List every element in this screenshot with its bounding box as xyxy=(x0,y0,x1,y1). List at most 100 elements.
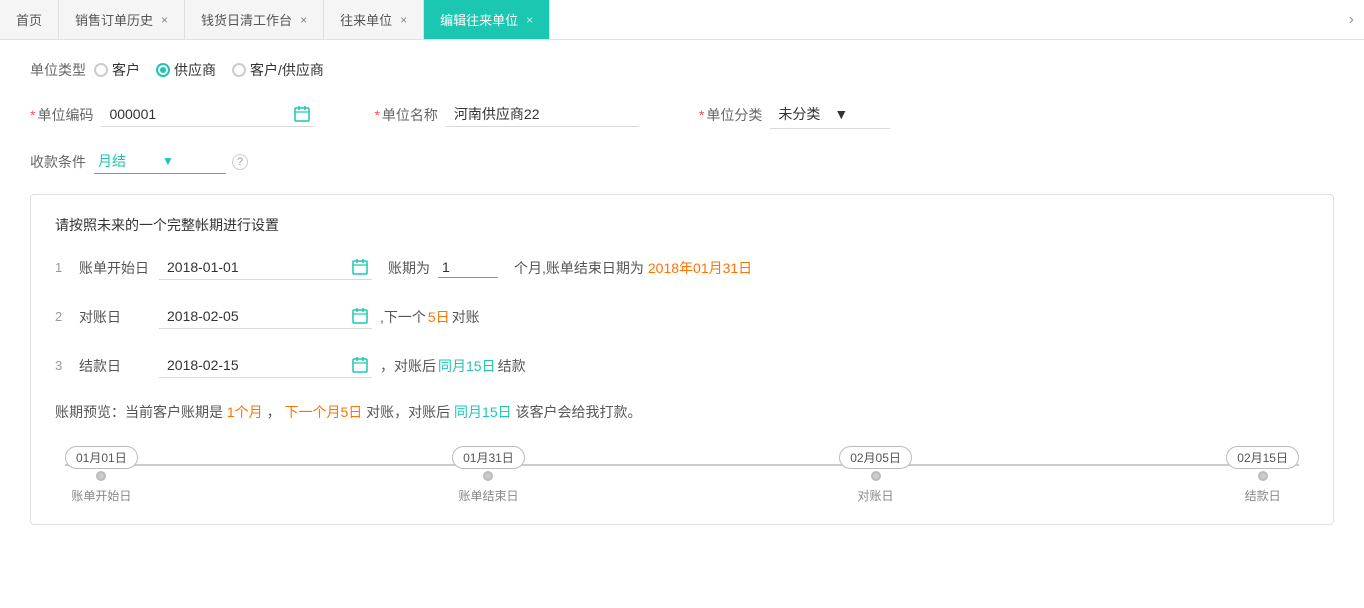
unit-category-arrow: ▼ xyxy=(834,106,886,122)
row3-highlight: 同月15日 xyxy=(438,356,496,376)
preview-sep2: 对账，对账后 xyxy=(366,404,450,420)
timeline-dot-1 xyxy=(96,471,106,481)
tab-cash-work-close[interactable]: × xyxy=(300,13,307,27)
unit-code-icon[interactable] xyxy=(294,106,310,122)
timeline-dot-4 xyxy=(1258,471,1268,481)
content-area: 单位类型 客户 供应商 客户/供应商 * 单位编码 xyxy=(0,40,1364,608)
bill-start-row: 1 账单开始日 账期为 个月,账单结束日期为 2018年01月31日 xyxy=(55,255,1309,280)
reconcile-row: 2 对账日 ,下一个 5日 对账 xyxy=(55,304,1309,329)
row3-label: 结款日 xyxy=(79,356,159,376)
collect-condition-field: 收款条件 月结 ▼ ? xyxy=(30,149,248,174)
row1-num: 1 xyxy=(55,260,79,275)
payment-row: 3 结款日 ，对账后 同月15日 结款 xyxy=(55,353,1309,378)
tabs-expand-button[interactable]: › xyxy=(1339,0,1364,39)
tab-edit-partner-close[interactable]: × xyxy=(526,13,533,27)
timeline-point-4: 02月15日 结款日 xyxy=(1226,446,1299,504)
timeline-label-1: 账单开始日 xyxy=(71,487,131,504)
tab-sales-history-label: 销售订单历史 xyxy=(75,10,153,29)
preview-sep1: ， xyxy=(267,404,281,420)
radio-supplier[interactable]: 供应商 xyxy=(156,60,216,80)
unit-category-required: * xyxy=(699,107,704,123)
tab-sales-history[interactable]: 销售订单历史 × xyxy=(59,0,185,39)
row2-cal-icon[interactable] xyxy=(352,308,368,324)
collect-condition-dropdown[interactable]: 月结 ▼ xyxy=(94,149,226,174)
tabs-bar: 首页 销售订单历史 × 钱货日清工作台 × 往来单位 × 编辑往来单位 × › xyxy=(0,0,1364,40)
timeline-bubble-4: 02月15日 xyxy=(1226,446,1299,469)
unit-type-field: 单位类型 客户 供应商 客户/供应商 xyxy=(30,60,324,80)
unit-name-label: 单位名称 xyxy=(382,105,438,125)
radio-both[interactable]: 客户/供应商 xyxy=(232,60,324,80)
preview-suffix: 该客户会给我打款。 xyxy=(516,404,642,420)
tab-sales-history-close[interactable]: × xyxy=(161,13,168,27)
section-title: 请按照未来的一个完整帐期进行设置 xyxy=(55,215,1309,235)
unit-type-label: 单位类型 xyxy=(30,60,86,80)
tab-partner[interactable]: 往来单位 × xyxy=(324,0,424,39)
preview-text: 账期预览：当前客户账期是 1个月 ， 下一个月5日 对账，对账后 同月15日 该… xyxy=(55,402,1309,422)
row2-desc-prefix: ,下一个 xyxy=(380,307,426,327)
timeline-wrapper: 01月01日 账单开始日 01月31日 账单结束日 02月05日 对账日 xyxy=(55,446,1309,504)
collect-condition-value: 月结 xyxy=(98,151,158,171)
row3-cal-icon[interactable] xyxy=(352,357,368,373)
tab-home[interactable]: 首页 xyxy=(0,0,59,39)
row2-date-wrapper xyxy=(159,304,372,329)
unit-name-field: * 单位名称 xyxy=(374,102,638,127)
row3-desc-suffix: 结款 xyxy=(498,356,526,376)
radio-both-circle xyxy=(232,63,246,77)
unit-type-row: 单位类型 客户 供应商 客户/供应商 xyxy=(30,60,1334,80)
unit-type-radio-group: 客户 供应商 客户/供应商 xyxy=(94,60,324,80)
unit-code-required: * xyxy=(30,107,35,123)
tab-cash-work-label: 钱货日清工作台 xyxy=(201,10,292,29)
unit-name-input-wrapper xyxy=(446,102,639,127)
collect-condition-row: 收款条件 月结 ▼ ? xyxy=(30,149,1334,174)
radio-both-label: 客户/供应商 xyxy=(250,60,324,80)
tab-cash-work[interactable]: 钱货日清工作台 × xyxy=(185,0,324,39)
row2-desc-suffix: 对账 xyxy=(452,307,480,327)
timeline-label-2: 账单结束日 xyxy=(458,487,518,504)
radio-supplier-label: 供应商 xyxy=(174,60,216,80)
unit-name-input[interactable] xyxy=(454,106,635,122)
collect-condition-label: 收款条件 xyxy=(30,152,86,172)
preview-part1: 1个月 xyxy=(227,404,263,420)
row1-highlight: 2018年01月31日 xyxy=(648,258,752,278)
tab-partner-label: 往来单位 xyxy=(340,10,392,29)
preview-part2: 下一个月5日 xyxy=(284,404,362,420)
row3-num: 3 xyxy=(55,358,79,373)
timeline: 01月01日 账单开始日 01月31日 账单结束日 02月05日 对账日 xyxy=(65,446,1299,504)
collect-condition-help[interactable]: ? xyxy=(232,154,248,170)
row1-period-input[interactable] xyxy=(438,257,498,277)
tab-partner-close[interactable]: × xyxy=(400,13,407,27)
unit-code-label: 单位编码 xyxy=(37,105,93,125)
unit-name-required: * xyxy=(374,107,379,123)
row1-label: 账单开始日 xyxy=(79,258,159,278)
preview-part3: 同月15日 xyxy=(454,404,512,420)
tab-edit-partner-label: 编辑往来单位 xyxy=(440,10,518,29)
timeline-bubble-3: 02月05日 xyxy=(839,446,912,469)
timeline-dot-3 xyxy=(871,471,881,481)
settings-section: 请按照未来的一个完整帐期进行设置 1 账单开始日 账期为 个月,账单结束日期为 … xyxy=(30,194,1334,525)
row1-desc-suffix: 个月,账单结束日期为 xyxy=(514,258,644,278)
timeline-point-3: 02月05日 对账日 xyxy=(839,446,912,504)
row1-date-input[interactable] xyxy=(167,259,348,275)
timeline-dot-2 xyxy=(483,471,493,481)
timeline-point-1: 01月01日 账单开始日 xyxy=(65,446,138,504)
timeline-label-3: 对账日 xyxy=(858,487,894,504)
row3-date-input[interactable] xyxy=(167,357,348,373)
unit-category-dropdown[interactable]: 未分类 ▼ xyxy=(770,100,890,129)
row2-date-input[interactable] xyxy=(167,308,348,324)
tab-home-label: 首页 xyxy=(16,10,42,29)
radio-customer[interactable]: 客户 xyxy=(94,60,140,80)
unit-category-value: 未分类 xyxy=(778,104,830,124)
row2-highlight: 5日 xyxy=(428,307,450,327)
row3-date-wrapper xyxy=(159,353,372,378)
tab-edit-partner[interactable]: 编辑往来单位 × xyxy=(424,0,550,39)
radio-customer-label: 客户 xyxy=(112,60,140,80)
preview-prefix: 账期预览：当前客户账期是 xyxy=(55,404,223,420)
row3-desc-prefix: ，对账后 xyxy=(380,356,436,376)
unit-code-input-wrapper xyxy=(101,102,314,127)
timeline-point-2: 01月31日 账单结束日 xyxy=(452,446,525,504)
row1-date-wrapper xyxy=(159,255,372,280)
unit-category-field: * 单位分类 未分类 ▼ xyxy=(699,100,890,129)
timeline-line xyxy=(65,464,1299,466)
row1-cal-icon[interactable] xyxy=(352,259,368,275)
unit-code-input[interactable] xyxy=(109,106,290,122)
